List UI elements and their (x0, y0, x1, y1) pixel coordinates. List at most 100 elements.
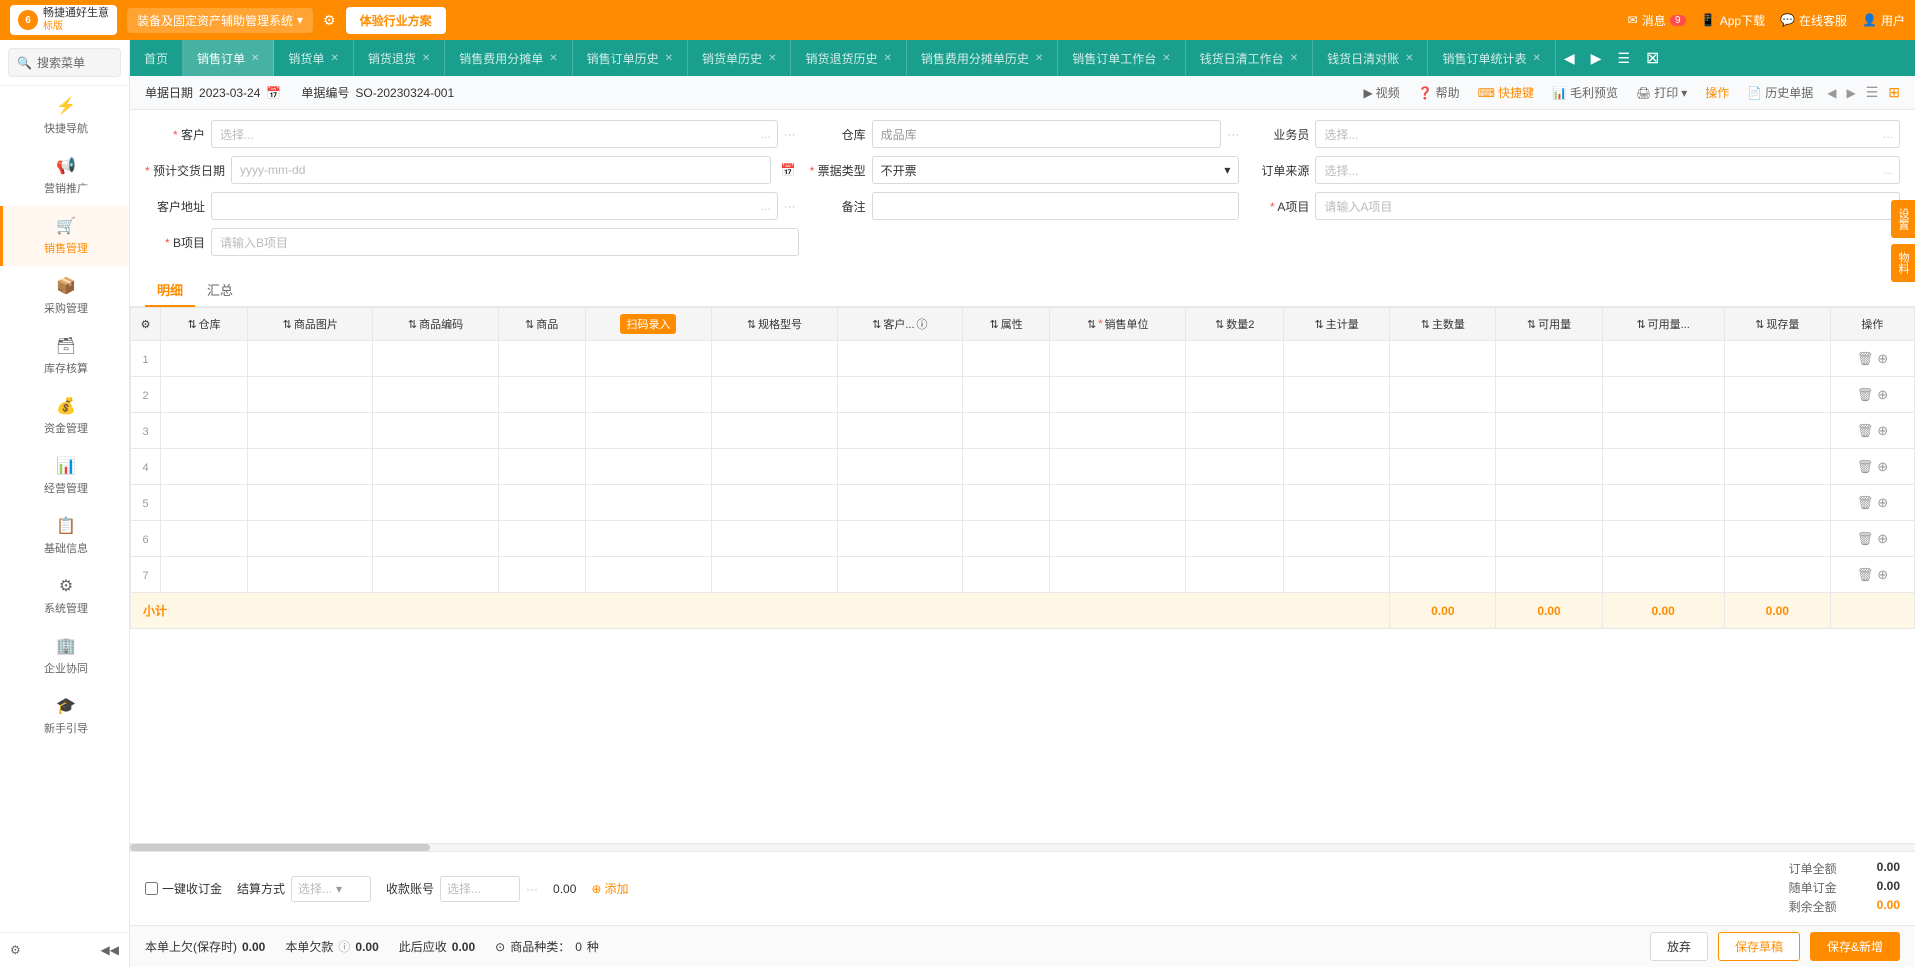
table-cell[interactable] (1390, 449, 1496, 485)
row-delete-btn[interactable]: 🗑 (1857, 423, 1874, 439)
table-cell[interactable] (1496, 413, 1602, 449)
row-copy-btn[interactable]: ⊕ (1877, 351, 1888, 367)
row-copy-btn[interactable]: ⊕ (1877, 387, 1888, 403)
table-cell[interactable] (498, 377, 585, 413)
table-cell[interactable] (1724, 449, 1830, 485)
table-cell[interactable] (1284, 377, 1390, 413)
row-ops[interactable]: 🗑 ⊕ (1830, 449, 1914, 485)
row-ops[interactable]: 🗑 ⊕ (1830, 521, 1914, 557)
view-btn[interactable]: ▶ 视频 (1359, 82, 1403, 103)
tab-sales-expense[interactable]: 销售费用分摊单 ✕ (445, 40, 572, 76)
tab-prev-btn[interactable]: ◀ (1556, 50, 1583, 67)
customer-expand-icon[interactable]: ··· (784, 127, 796, 141)
table-cell[interactable] (1050, 341, 1186, 377)
table-cell[interactable] (1602, 485, 1724, 521)
sidebar-item-base-info[interactable]: 📋 基础信息 (0, 506, 129, 566)
row-copy-btn[interactable]: ⊕ (1877, 495, 1888, 511)
th-goods[interactable]: ⇅商品 (498, 308, 585, 341)
row-delete-btn[interactable]: 🗑 (1857, 387, 1874, 403)
tab-close-cash-daily[interactable]: ✕ (1290, 53, 1298, 64)
table-cell[interactable] (1284, 521, 1390, 557)
table-cell[interactable] (498, 557, 585, 593)
th-scan[interactable]: 扫码录入 (585, 308, 712, 341)
invoice-type-select[interactable]: 不开票 ▾ (872, 156, 1240, 184)
table-cell[interactable] (1390, 521, 1496, 557)
table-cell[interactable] (248, 485, 373, 521)
sidebar-item-inventory[interactable]: 🗃 库存核算 (0, 326, 129, 386)
tab-cash-reconcile[interactable]: 钱货日清对账 ✕ (1313, 40, 1428, 76)
bank-expand-icon[interactable]: ··· (526, 882, 538, 896)
tab-expense-history[interactable]: 销售费用分摊单历史 ✕ (907, 40, 1058, 76)
user-avatar[interactable]: 👤 用户 (1862, 12, 1905, 29)
row-copy-btn[interactable]: ⊕ (1877, 423, 1888, 439)
table-cell[interactable] (498, 341, 585, 377)
sidebar-item-finance[interactable]: 💰 资金管理 (0, 386, 129, 446)
salesperson-input[interactable]: 选择... (1315, 120, 1900, 148)
table-cell[interactable] (585, 449, 712, 485)
tab-sales-order-history[interactable]: 销售订单历史 ✕ (573, 40, 688, 76)
table-cell[interactable] (248, 557, 373, 593)
online-service-btn[interactable]: 💬 在线客服 (1780, 12, 1847, 29)
history-btn[interactable]: 📄 历史单据 (1743, 82, 1817, 103)
table-cell[interactable] (585, 557, 712, 593)
tab-cash-daily[interactable]: 钱货日清工作台 ✕ (1186, 40, 1313, 76)
table-cell[interactable] (712, 557, 837, 593)
table-cell[interactable] (712, 377, 837, 413)
table-cell[interactable] (963, 485, 1050, 521)
tab-close-expense-history[interactable]: ✕ (1035, 53, 1043, 64)
table-cell[interactable] (1186, 449, 1284, 485)
table-cell[interactable] (712, 341, 837, 377)
table-cell[interactable] (712, 521, 837, 557)
sidebar-item-marketing[interactable]: 📢 营销推广 (0, 146, 129, 206)
project-b-input[interactable]: 请输入B项目 (211, 228, 799, 256)
industry-btn[interactable]: 体验行业方案 (346, 7, 446, 34)
sidebar-collapse-btn[interactable]: ◀◀ (101, 943, 119, 957)
table-cell[interactable] (1724, 341, 1830, 377)
tab-close-all-btn[interactable]: ⊠ (1638, 48, 1667, 68)
table-cell[interactable] (837, 341, 963, 377)
row-ops[interactable]: 🗑 ⊕ (1830, 413, 1914, 449)
setup-panel-btn[interactable]: 设置 (1891, 200, 1915, 238)
payment-method-select[interactable]: 选择... ▾ (291, 876, 371, 902)
save-draft-btn[interactable]: 保存草稿 (1718, 932, 1800, 961)
scroll-bar[interactable] (130, 844, 430, 851)
table-cell[interactable] (498, 485, 585, 521)
table-cell[interactable] (498, 413, 585, 449)
table-cell[interactable] (1050, 377, 1186, 413)
table-cell[interactable] (1724, 377, 1830, 413)
table-cell[interactable] (963, 557, 1050, 593)
row-delete-btn[interactable]: 🗑 (1857, 495, 1874, 511)
table-cell[interactable] (585, 341, 712, 377)
table-cell[interactable] (963, 449, 1050, 485)
next-record-btn[interactable]: ▶ (1846, 86, 1855, 100)
table-cell[interactable] (1496, 341, 1602, 377)
table-cell[interactable] (1390, 485, 1496, 521)
table-cell[interactable] (1050, 413, 1186, 449)
tab-close-sales-invoice[interactable]: ✕ (330, 53, 338, 64)
order-source-input[interactable]: 选择... (1315, 156, 1900, 184)
sidebar-item-sales[interactable]: 🛒 销售管理 (0, 206, 129, 266)
table-cell[interactable] (1496, 521, 1602, 557)
table-cell[interactable] (1186, 521, 1284, 557)
table-cell[interactable] (1390, 557, 1496, 593)
table-cell[interactable] (1050, 449, 1186, 485)
table-cell[interactable] (161, 485, 248, 521)
note-input[interactable] (872, 192, 1240, 220)
table-cell[interactable] (1050, 521, 1186, 557)
table-cell[interactable] (1390, 413, 1496, 449)
help-btn[interactable]: ❓ 帮助 (1414, 82, 1464, 103)
table-cell[interactable] (1724, 413, 1830, 449)
th-code[interactable]: ⇅商品编码 (373, 308, 498, 341)
table-cell[interactable] (1602, 449, 1724, 485)
table-cell[interactable] (161, 449, 248, 485)
tab-invoice-history[interactable]: 销货单历史 ✕ (688, 40, 791, 76)
row-ops[interactable]: 🗑 ⊕ (1830, 485, 1914, 521)
list-view-btn[interactable]: ☰ (1866, 84, 1879, 101)
table-cell[interactable] (373, 557, 498, 593)
scroll-indicator[interactable] (130, 843, 1915, 851)
table-cell[interactable] (373, 485, 498, 521)
table-cell[interactable] (1284, 413, 1390, 449)
table-cell[interactable] (1186, 341, 1284, 377)
tab-close-sales-stats[interactable]: ✕ (1533, 53, 1541, 64)
tab-close-sales-order-history[interactable]: ✕ (665, 53, 673, 64)
